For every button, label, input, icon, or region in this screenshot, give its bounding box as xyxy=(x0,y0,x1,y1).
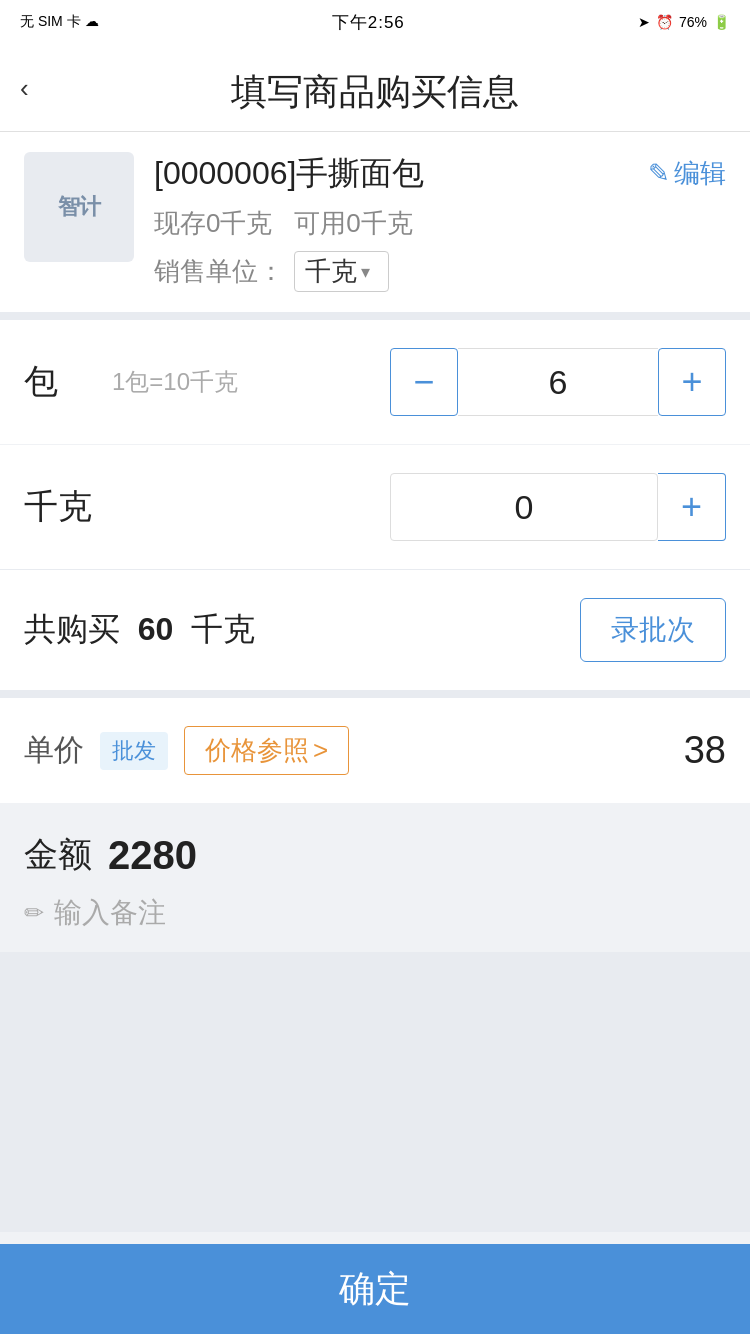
price-ref-label: 价格参照 xyxy=(205,733,309,768)
status-right: ➤ ⏰ 76% 🔋 xyxy=(638,14,730,30)
product-card: 智计 [0000006]手撕面包 现存0千克 可用0千克 销售单位： 千克 ▾ … xyxy=(0,132,750,320)
alarm-icon: ⏰ xyxy=(656,14,673,30)
price-section: 单价 批发 价格参照 > 38 xyxy=(0,698,750,804)
unit-select[interactable]: 千克 ▾ xyxy=(294,251,389,292)
total-text: 共购买 60 千克 xyxy=(24,608,255,652)
product-info: [0000006]手撕面包 现存0千克 可用0千克 销售单位： 千克 ▾ xyxy=(154,152,726,292)
price-label: 单价 xyxy=(24,730,84,771)
status-carrier: 无 SIM 卡 ☁ xyxy=(20,13,99,31)
confirm-bar[interactable]: 确定 xyxy=(0,1244,750,1334)
battery-icon: 🔋 xyxy=(713,14,730,30)
product-name: [0000006]手撕面包 xyxy=(154,152,726,196)
qty-minus-button[interactable]: − xyxy=(390,348,458,416)
amount-row: 金额 2280 xyxy=(24,832,726,878)
qty-control-kg: + xyxy=(390,473,726,541)
nav-bar: ‹ 填写商品购买信息 xyxy=(0,44,750,132)
empty-area xyxy=(0,952,750,1232)
batch-tag: 批发 xyxy=(100,732,168,770)
amount-section: 金额 2280 ✏ 输入备注 xyxy=(0,804,750,952)
quantity-section: 包 1包=10千克 − + 千克 + xyxy=(0,320,750,570)
battery-text: 76% xyxy=(679,14,707,30)
edit-button[interactable]: ✎ 编辑 xyxy=(648,156,726,191)
price-ref-button[interactable]: 价格参照 > xyxy=(184,726,349,775)
qty-input-bao[interactable] xyxy=(458,348,658,416)
status-time: 下午2:56 xyxy=(332,11,405,34)
edit-icon: ✎ xyxy=(648,158,670,189)
qty-input-kg[interactable] xyxy=(390,473,658,541)
price-value: 38 xyxy=(684,729,726,772)
page-title: 填写商品购买信息 xyxy=(231,68,519,117)
qty-label-bao: 包 xyxy=(24,359,104,405)
confirm-button[interactable]: 确定 xyxy=(339,1265,411,1314)
qty-plus-button-kg[interactable]: + xyxy=(658,473,726,541)
owl-logo: 智计 xyxy=(58,192,100,222)
qty-control-bao: − + xyxy=(390,348,726,416)
pencil-icon: ✏ xyxy=(24,899,44,927)
qty-row-kg: 千克 + xyxy=(0,445,750,569)
status-bar: 无 SIM 卡 ☁ 下午2:56 ➤ ⏰ 76% 🔋 xyxy=(0,0,750,44)
dropdown-arrow-icon: ▾ xyxy=(361,261,370,283)
product-stock: 现存0千克 可用0千克 xyxy=(154,206,726,241)
note-placeholder: 输入备注 xyxy=(54,894,166,932)
qty-row-bao: 包 1包=10千克 − + xyxy=(0,320,750,445)
note-row[interactable]: ✏ 输入备注 xyxy=(24,894,726,932)
qty-label-kg: 千克 xyxy=(24,484,104,530)
amount-value: 2280 xyxy=(108,833,197,878)
location-icon: ➤ xyxy=(638,14,650,30)
amount-label: 金额 xyxy=(24,832,92,878)
back-button[interactable]: ‹ xyxy=(20,72,29,103)
qty-sublabel-bao: 1包=10千克 xyxy=(112,366,390,398)
batch-button[interactable]: 录批次 xyxy=(580,598,726,662)
qty-plus-button-bao[interactable]: + xyxy=(658,348,726,416)
product-unit-row: 销售单位： 千克 ▾ xyxy=(154,251,726,292)
total-section: 共购买 60 千克 录批次 xyxy=(0,570,750,698)
product-thumbnail: 智计 xyxy=(24,152,134,262)
price-ref-arrow-icon: > xyxy=(313,735,328,766)
